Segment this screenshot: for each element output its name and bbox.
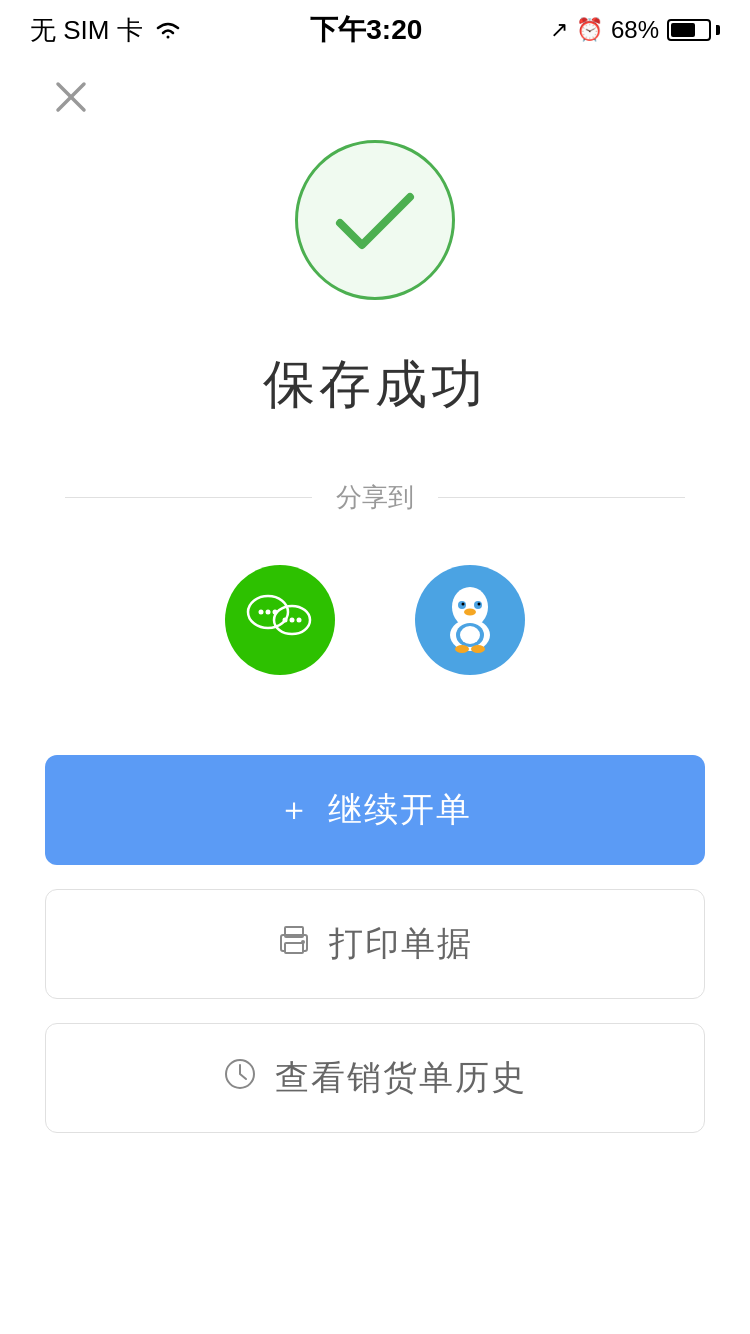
svg-point-7 bbox=[283, 618, 288, 623]
location-icon: ↗ bbox=[550, 17, 568, 43]
divider-line-right bbox=[438, 497, 685, 498]
continue-order-label: 继续开单 bbox=[328, 787, 472, 833]
wechat-share-button[interactable] bbox=[225, 565, 335, 675]
carrier-text: 无 SIM 卡 bbox=[30, 13, 143, 48]
battery-icon bbox=[667, 19, 720, 41]
wechat-icon bbox=[246, 592, 314, 648]
qq-share-button[interactable] bbox=[415, 565, 525, 675]
plus-icon: ＋ bbox=[278, 788, 310, 832]
history-svg bbox=[223, 1057, 257, 1091]
svg-point-5 bbox=[266, 610, 271, 615]
printer-svg bbox=[277, 925, 311, 955]
checkmark-icon bbox=[330, 185, 420, 255]
svg-point-14 bbox=[462, 603, 465, 606]
svg-point-6 bbox=[273, 610, 278, 615]
printer-icon bbox=[277, 925, 311, 963]
svg-point-16 bbox=[464, 609, 476, 616]
svg-point-24 bbox=[301, 940, 305, 944]
svg-rect-23 bbox=[285, 943, 303, 953]
svg-point-9 bbox=[297, 618, 302, 623]
svg-point-19 bbox=[455, 645, 469, 653]
svg-point-20 bbox=[471, 645, 485, 653]
share-divider: 分享到 bbox=[65, 480, 685, 515]
status-time: 下午3:20 bbox=[310, 11, 422, 49]
close-icon bbox=[52, 78, 90, 116]
close-button[interactable] bbox=[46, 72, 96, 122]
svg-point-8 bbox=[290, 618, 295, 623]
alarm-icon: ⏰ bbox=[576, 17, 603, 43]
qq-icon bbox=[440, 585, 500, 655]
svg-point-18 bbox=[460, 626, 480, 644]
history-icon bbox=[223, 1057, 257, 1099]
share-label: 分享到 bbox=[312, 480, 438, 515]
status-carrier: 无 SIM 卡 bbox=[30, 13, 183, 48]
status-right: ↗ ⏰ 68% bbox=[550, 16, 720, 44]
print-label: 打印单据 bbox=[329, 921, 473, 967]
wifi-icon bbox=[153, 19, 183, 41]
svg-point-15 bbox=[478, 603, 481, 606]
main-content: 保存成功 分享到 bbox=[0, 60, 750, 1157]
divider-line-left bbox=[65, 497, 312, 498]
continue-order-button[interactable]: ＋ 继续开单 bbox=[45, 755, 705, 865]
history-button[interactable]: 查看销货单历史 bbox=[45, 1023, 705, 1133]
svg-point-4 bbox=[259, 610, 264, 615]
battery-percent: 68% bbox=[611, 16, 659, 44]
print-button[interactable]: 打印单据 bbox=[45, 889, 705, 999]
action-buttons: ＋ 继续开单 打印单据 查看销货单历史 bbox=[45, 755, 705, 1157]
share-buttons-container bbox=[225, 565, 525, 675]
status-bar: 无 SIM 卡 下午3:20 ↗ ⏰ 68% bbox=[0, 0, 750, 60]
history-label: 查看销货单历史 bbox=[275, 1055, 527, 1101]
success-circle bbox=[295, 140, 455, 300]
success-title: 保存成功 bbox=[263, 350, 487, 420]
